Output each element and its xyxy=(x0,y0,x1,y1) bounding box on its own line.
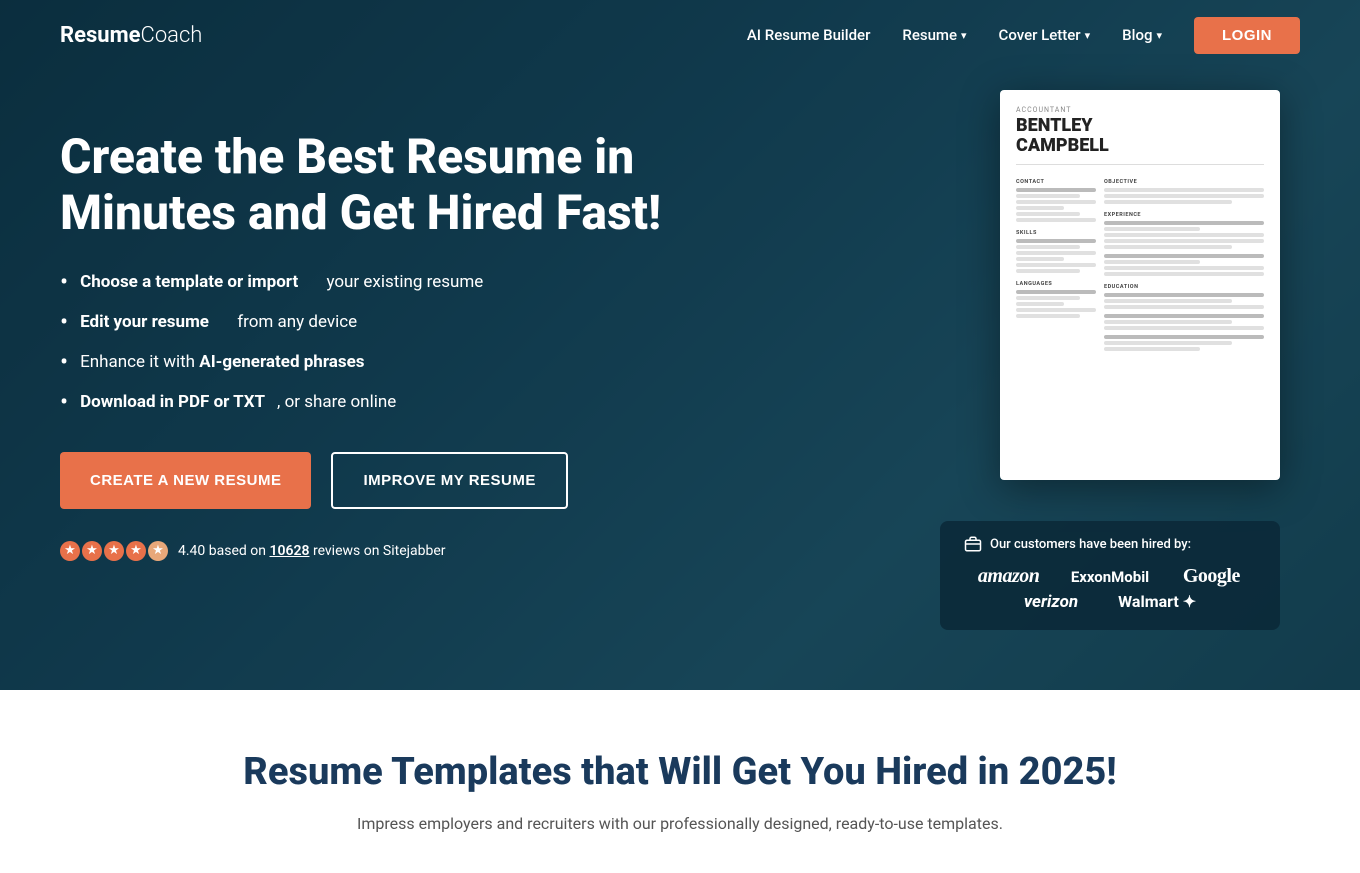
hired-header-text: Our customers have been hired by: xyxy=(990,537,1191,552)
bullet-3: Enhance it with AI-generated phrases xyxy=(60,348,661,376)
bullet-2: Edit your resume from any device xyxy=(60,308,661,336)
walmart-logo: Walmart ✦ xyxy=(1118,592,1196,612)
bullet-1: Choose a template or import your existin… xyxy=(60,268,661,296)
nav-cover-letter[interactable]: Cover Letter ▾ xyxy=(999,26,1091,44)
nav-blog[interactable]: Blog ▾ xyxy=(1122,26,1162,44)
briefcase-icon xyxy=(964,535,982,553)
resume-card-right: OBJECTIVE EXPERIENCE EDUCATION xyxy=(1104,173,1264,353)
resume-preview-card: ACCOUNTANT BENTLEY CAMPBELL CONTACT SKIL… xyxy=(1000,90,1280,480)
nav-resume[interactable]: Resume ▾ xyxy=(902,26,966,44)
nav-links: AI Resume Builder Resume ▾ Cover Letter … xyxy=(747,17,1300,54)
logo-text: ResumeCoach xyxy=(60,23,202,48)
star-5-half: ★ xyxy=(148,541,168,561)
nav-ai-resume-builder[interactable]: AI Resume Builder xyxy=(747,26,871,44)
chevron-down-icon: ▾ xyxy=(1156,29,1162,42)
star-1: ★ xyxy=(60,541,80,561)
rating-row: ★ ★ ★ ★ ★ 4.40 based on 10628 reviews on… xyxy=(60,541,661,561)
resume-card-body: CONTACT SKILLS LANGUAGES xyxy=(1016,173,1264,353)
hero-content: Create the Best Resume in Minutes and Ge… xyxy=(0,129,721,560)
hero-section: Create the Best Resume in Minutes and Ge… xyxy=(0,0,1360,690)
navbar: ResumeCoach AI Resume Builder Resume ▾ C… xyxy=(0,0,1360,70)
login-button[interactable]: LOGIN xyxy=(1194,17,1300,54)
bottom-subtitle: Impress employers and recruiters with ou… xyxy=(330,814,1030,833)
create-resume-button[interactable]: CREATE A NEW RESUME xyxy=(60,452,311,509)
amazon-logo: amazon xyxy=(964,565,1053,588)
hero-buttons: CREATE A NEW RESUME IMPROVE MY RESUME xyxy=(60,452,661,509)
logo[interactable]: ResumeCoach xyxy=(60,23,202,48)
company-logos-row1: amazon ExxonMobil Google xyxy=(964,565,1256,588)
hired-header: Our customers have been hired by: xyxy=(964,535,1256,553)
hero-bullet-list: Choose a template or import your existin… xyxy=(60,268,661,416)
star-4: ★ xyxy=(126,541,146,561)
bullet-4: Download in PDF or TXT, or share online xyxy=(60,388,661,416)
google-logo: Google xyxy=(1167,565,1256,588)
star-rating: ★ ★ ★ ★ ★ xyxy=(60,541,168,561)
bottom-title: Resume Templates that Will Get You Hired… xyxy=(60,750,1300,794)
chevron-down-icon: ▾ xyxy=(1085,29,1091,42)
rating-score: 4.40 based on 10628 reviews on Sitejabbe… xyxy=(178,543,446,559)
improve-resume-button[interactable]: IMPROVE MY RESUME xyxy=(331,452,567,509)
chevron-down-icon: ▾ xyxy=(961,29,967,42)
resume-card-name: BENTLEY CAMPBELL xyxy=(1016,116,1264,156)
company-logos-row2: verizon Walmart ✦ xyxy=(964,592,1256,612)
hero-title: Create the Best Resume in Minutes and Ge… xyxy=(60,129,661,239)
bottom-section: Resume Templates that Will Get You Hired… xyxy=(0,690,1360,873)
star-2: ★ xyxy=(82,541,102,561)
resume-card-label: ACCOUNTANT xyxy=(1016,106,1264,114)
verizon-logo: verizon xyxy=(1024,592,1078,612)
hired-by-section: Our customers have been hired by: amazon… xyxy=(940,521,1280,630)
sitejabber-link[interactable]: 10628 xyxy=(269,543,309,559)
star-3: ★ xyxy=(104,541,124,561)
resume-card-left: CONTACT SKILLS LANGUAGES xyxy=(1016,173,1096,353)
exxonmobil-logo: ExxonMobil xyxy=(1065,568,1154,586)
resume-card-divider xyxy=(1016,164,1264,165)
